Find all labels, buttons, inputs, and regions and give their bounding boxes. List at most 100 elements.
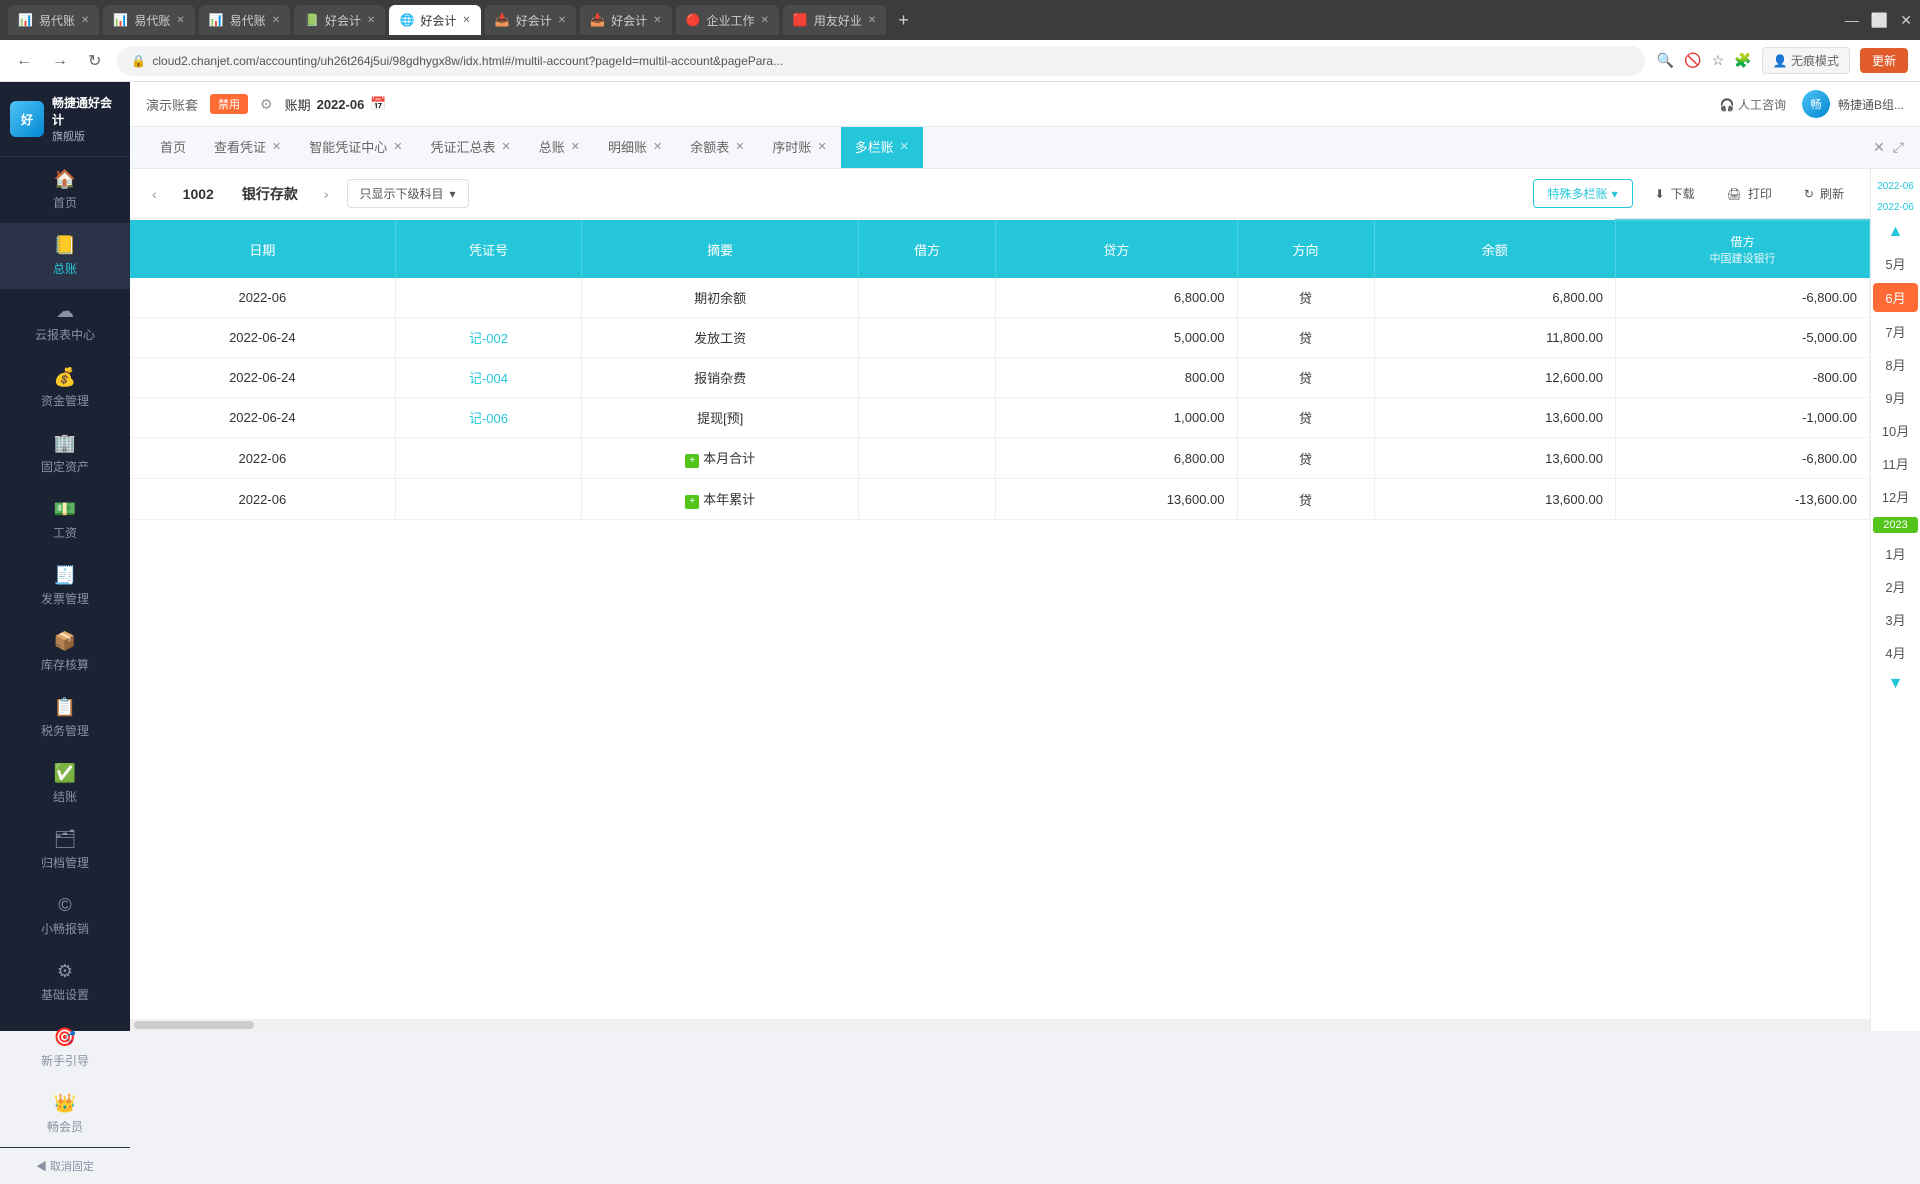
sidebar-item-archive[interactable]: 🗂 归档管理 <box>0 817 130 883</box>
sidebar-item-payroll[interactable]: 💵 工资 <box>0 487 130 553</box>
tab-qiyegongzuo[interactable]: 🔴 企业工作 ✕ <box>676 5 779 35</box>
cell-direction-3: 贷 <box>1237 398 1374 438</box>
close-general-ledger[interactable]: ✕ <box>571 140 580 153</box>
special-multi-column-button[interactable]: 特殊多栏账 ▾ <box>1533 179 1633 208</box>
print-button[interactable]: 🖨 打印 <box>1717 180 1782 207</box>
month-item-3[interactable]: 3月 <box>1871 605 1920 634</box>
close-voucher-summary[interactable]: ✕ <box>502 140 511 153</box>
scrollbar-thumb[interactable] <box>134 1021 254 1029</box>
page-tab-smart-voucher[interactable]: 智能凭证中心 ✕ <box>295 127 416 168</box>
tab-haokuaiji-active[interactable]: 🌐 好会计 ✕ <box>389 5 480 35</box>
panel-close-icon[interactable]: ✕ <box>1873 139 1885 156</box>
tab-close-6[interactable]: ✕ <box>558 15 566 26</box>
page-tab-detail-ledger[interactable]: 明细账 ✕ <box>594 127 676 168</box>
sidebar-item-guide[interactable]: 🎯 新手引导 <box>0 1015 130 1081</box>
tab-close-3[interactable]: ✕ <box>272 15 280 26</box>
calendar-icon[interactable]: 📅 <box>370 96 386 112</box>
sidebar-item-ledger[interactable]: 📒 总账 <box>0 223 130 289</box>
voucher-link-3[interactable]: 记-006 <box>469 411 508 426</box>
no-track-icon[interactable]: 🚫 <box>1684 52 1701 69</box>
voucher-link-1[interactable]: 记-002 <box>469 331 508 346</box>
page-tab-general-ledger[interactable]: 总账 ✕ <box>525 127 594 168</box>
close-detail-ledger[interactable]: ✕ <box>653 140 662 153</box>
close-multi-column[interactable]: ✕ <box>900 140 909 153</box>
maximize-icon[interactable]: ⬜ <box>1871 12 1888 29</box>
wuhen-button[interactable]: 👤 无痕模式 <box>1762 47 1850 74</box>
tab-yidaizhang-2[interactable]: 📊 易代账 ✕ <box>103 5 194 35</box>
month-item-5[interactable]: 5月 <box>1871 249 1920 278</box>
demo-type-badge: 禁用 <box>210 94 248 114</box>
filter-sub-accounts-button[interactable]: 只显示下级科目 ▾ <box>347 179 469 208</box>
page-tab-home[interactable]: 首页 <box>146 127 200 168</box>
month-item-7[interactable]: 7月 <box>1871 317 1920 346</box>
search-icon[interactable]: 🔍 <box>1657 52 1674 69</box>
cancel-fixed-button[interactable]: ◀ 取消固定 <box>10 1158 120 1174</box>
month-item-1[interactable]: 1月 <box>1871 539 1920 568</box>
close-balance[interactable]: ✕ <box>735 140 744 153</box>
tab-close-8[interactable]: ✕ <box>760 15 768 26</box>
tab-close-2[interactable]: ✕ <box>176 15 184 26</box>
new-tab-button[interactable]: + <box>890 10 917 31</box>
tab-close-7[interactable]: ✕ <box>653 15 661 26</box>
page-tab-balance[interactable]: 余额表 ✕ <box>676 127 758 168</box>
sidebar-item-expense[interactable]: © 小畅报销 <box>0 883 130 949</box>
horizontal-scrollbar[interactable] <box>130 1019 1870 1031</box>
membership-icon: 👑 <box>54 1093 76 1114</box>
url-bar[interactable]: 🔒 cloud2.chanjet.com/accounting/uh26t264… <box>117 46 1644 76</box>
close-smart-voucher[interactable]: ✕ <box>393 140 402 153</box>
download-button[interactable]: ⬇ 下载 <box>1645 180 1705 207</box>
account-prev-button[interactable]: ‹ <box>146 184 163 204</box>
sidebar-item-settings[interactable]: ⚙ 基础设置 <box>0 949 130 1015</box>
voucher-link-2[interactable]: 记-004 <box>469 371 508 386</box>
month-item-12[interactable]: 12月 <box>1871 482 1920 511</box>
sidebar-item-cloud-reports[interactable]: ☁ 云报表中心 <box>0 289 130 355</box>
month-item-10[interactable]: 10月 <box>1871 416 1920 445</box>
month-item-2[interactable]: 2月 <box>1871 572 1920 601</box>
page-tab-multi-column[interactable]: 多栏账 ✕ <box>841 127 923 168</box>
settings-icon[interactable]: ⚙ <box>260 96 273 113</box>
ai-consult-button[interactable]: 🎧 人工咨询 <box>1720 96 1786 113</box>
sidebar-item-fixed-assets[interactable]: 🏢 固定资产 <box>0 421 130 487</box>
month-item-4[interactable]: 4月 <box>1871 638 1920 667</box>
month-item-8[interactable]: 8月 <box>1871 350 1920 379</box>
tab-close-4[interactable]: ✕ <box>367 15 375 26</box>
page-tab-voucher-view[interactable]: 查看凭证 ✕ <box>200 127 295 168</box>
close-voucher-view[interactable]: ✕ <box>272 140 281 153</box>
sidebar-item-tax[interactable]: 📋 税务管理 <box>0 685 130 751</box>
month-scroll-up-button[interactable]: ▲ <box>1884 219 1908 245</box>
tab-yonyou[interactable]: 🟥 用友好业 ✕ <box>783 5 886 35</box>
table-row: 2022-06 期初余额 6,800.00 贷 6,800.00 -6,800.… <box>130 278 1870 318</box>
minimize-icon[interactable]: — <box>1845 12 1859 29</box>
tab-close-9[interactable]: ✕ <box>868 15 876 26</box>
page-tab-sequence[interactable]: 序时账 ✕ <box>758 127 840 168</box>
month-item-9[interactable]: 9月 <box>1871 383 1920 412</box>
tab-haokuaiji-1[interactable]: 📗 好会计 ✕ <box>294 5 385 35</box>
tab-yidaizhang-1[interactable]: 📊 易代账 ✕ <box>8 5 99 35</box>
month-item-11[interactable]: 11月 <box>1871 449 1920 478</box>
refresh-button-ledger[interactable]: ↻ 刷新 <box>1794 180 1854 207</box>
update-button[interactable]: 更新 <box>1860 48 1908 73</box>
sidebar-item-inventory[interactable]: 📦 库存核算 <box>0 619 130 685</box>
page-tab-voucher-summary[interactable]: 凭证汇总表 ✕ <box>416 127 524 168</box>
forward-button[interactable]: → <box>48 48 72 74</box>
tab-close-5[interactable]: ✕ <box>462 15 470 26</box>
sidebar-item-close-accounts[interactable]: ✅ 结账 <box>0 751 130 817</box>
tab-yidaizhang-3[interactable]: 📊 易代账 ✕ <box>199 5 290 35</box>
tab-close-1[interactable]: ✕ <box>81 15 89 26</box>
sidebar-item-invoice[interactable]: 🧾 发票管理 <box>0 553 130 619</box>
sidebar-item-membership[interactable]: 👑 畅会员 <box>0 1081 130 1147</box>
account-next-button[interactable]: › <box>318 184 335 204</box>
month-scroll-down-button[interactable]: ▼ <box>1884 671 1908 697</box>
close-sequence[interactable]: ✕ <box>817 140 826 153</box>
tab-haokuaiji-2[interactable]: 📥 好会计 ✕ <box>485 5 576 35</box>
extensions-icon[interactable]: 🧩 <box>1734 52 1751 69</box>
back-button[interactable]: ← <box>12 48 36 74</box>
close-icon[interactable]: ✕ <box>1900 12 1912 29</box>
panel-expand-icon[interactable]: ⤢ <box>1893 139 1904 156</box>
bookmark-icon[interactable]: ☆ <box>1712 52 1725 69</box>
sidebar-item-fund[interactable]: 💰 资金管理 <box>0 355 130 421</box>
tab-haokuaiji-3[interactable]: 📥 好会计 ✕ <box>580 5 671 35</box>
refresh-button[interactable]: ↻ <box>84 47 105 75</box>
sidebar-item-home[interactable]: 🏠 首页 <box>0 157 130 223</box>
month-item-6[interactable]: 6月 <box>1873 283 1917 312</box>
